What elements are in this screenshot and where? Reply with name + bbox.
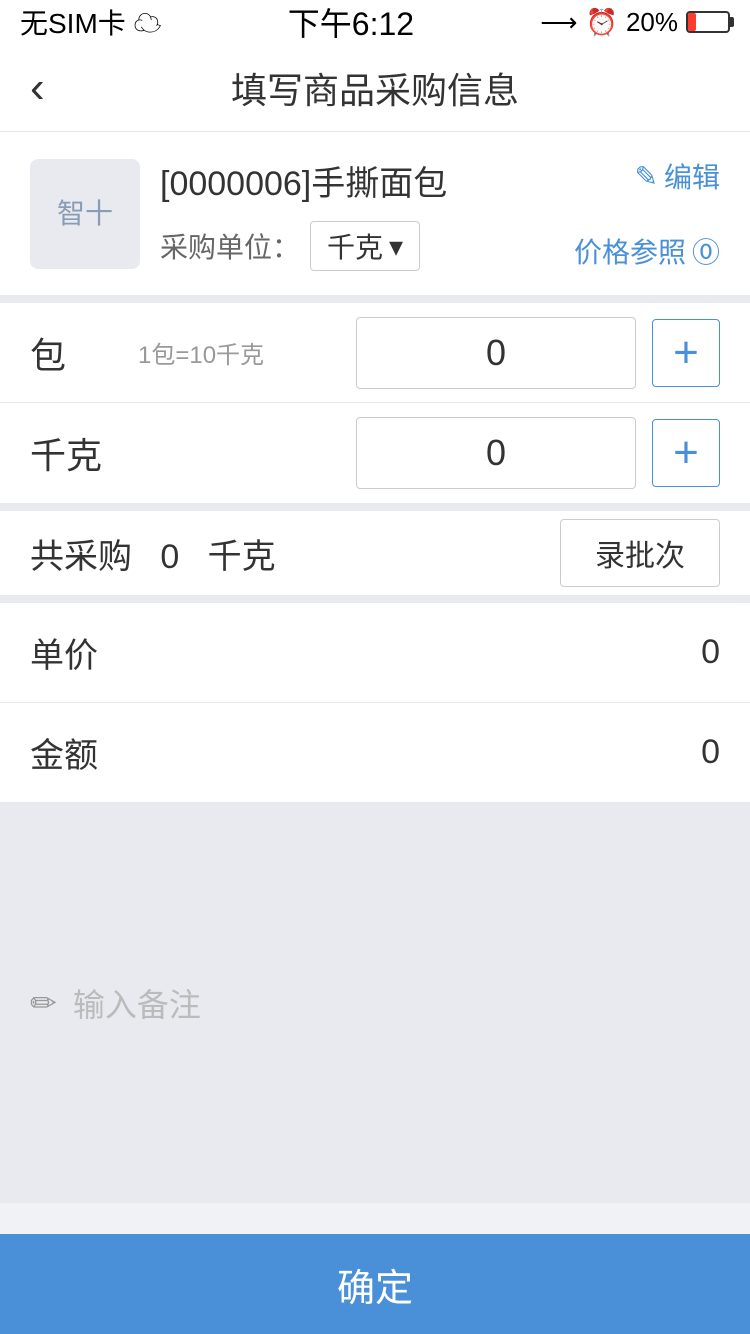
batch-button[interactable]: 录批次 bbox=[560, 519, 720, 587]
remark-section[interactable]: ✏ 输入备注 bbox=[0, 803, 750, 1203]
nav-bar: ‹ 填写商品采购信息 bbox=[0, 44, 750, 132]
sim-status: 无SIM卡 ☁ bbox=[20, 2, 162, 42]
status-left: 无SIM卡 ☁ bbox=[20, 2, 162, 42]
chevron-down-icon: ▾ bbox=[389, 230, 403, 263]
kg-input[interactable]: 0 bbox=[356, 417, 636, 489]
summary-text: 共采购 0 千克 bbox=[30, 529, 276, 578]
confirm-button[interactable]: 确定 bbox=[0, 1234, 750, 1334]
kg-field-wrap: 0 + bbox=[130, 417, 720, 489]
page-title: 填写商品采购信息 bbox=[231, 62, 519, 114]
unit-label: 采购单位： bbox=[160, 226, 300, 266]
summary-row: 共采购 0 千克 录批次 bbox=[0, 503, 750, 603]
edit-icon: ✎ bbox=[635, 160, 658, 193]
bao-field-wrap: 0 + bbox=[264, 317, 720, 389]
unit-price-row: 单价 0 bbox=[0, 603, 750, 703]
kg-input-row: 千克 0 + bbox=[0, 403, 750, 503]
battery-percent: 20% bbox=[626, 7, 678, 38]
alarm-icon: ⏰ bbox=[586, 7, 618, 38]
price-section: 单价 0 金额 0 bbox=[0, 603, 750, 803]
product-card: 智十 [0000006]手撕面包 采购单位： 千克 ▾ ✎ 编辑 价格参照 ⓪ bbox=[0, 132, 750, 303]
amount-row: 金额 0 bbox=[0, 703, 750, 803]
status-time: 下午6:12 bbox=[288, 0, 414, 45]
amount-value: 0 bbox=[701, 733, 720, 772]
status-right: ⟶ ⏰ 20% bbox=[540, 7, 730, 38]
product-thumbnail: 智十 bbox=[30, 159, 140, 269]
pencil-icon: ✏ bbox=[30, 984, 57, 1022]
input-section: 包 1包=10千克 0 + 千克 0 + bbox=[0, 303, 750, 503]
kg-label: 千克 bbox=[30, 427, 130, 479]
info-icon: ⓪ bbox=[692, 231, 720, 271]
bao-label: 包 bbox=[30, 327, 130, 379]
edit-button[interactable]: ✎ 编辑 bbox=[635, 156, 720, 196]
bao-input-row: 包 1包=10千克 0 + bbox=[0, 303, 750, 403]
unit-price-label: 单价 bbox=[30, 628, 98, 677]
unit-selector[interactable]: 千克 ▾ bbox=[310, 221, 420, 271]
bao-sub-label: 1包=10千克 bbox=[138, 335, 264, 370]
status-bar: 无SIM卡 ☁ 下午6:12 ⟶ ⏰ 20% bbox=[0, 0, 750, 44]
back-button[interactable]: ‹ bbox=[30, 63, 45, 113]
kg-plus-button[interactable]: + bbox=[652, 419, 720, 487]
summary-value: 0 bbox=[160, 538, 179, 576]
battery-icon bbox=[686, 11, 730, 33]
price-reference-button[interactable]: 价格参照 ⓪ bbox=[574, 231, 720, 271]
amount-label: 金额 bbox=[30, 728, 98, 777]
confirm-label: 确定 bbox=[337, 1257, 413, 1312]
location-icon: ⟶ bbox=[540, 7, 577, 38]
unit-price-value: 0 bbox=[701, 633, 720, 672]
summary-unit: 千克 bbox=[208, 538, 276, 576]
remark-placeholder: 输入备注 bbox=[73, 980, 201, 1026]
bao-plus-button[interactable]: + bbox=[652, 319, 720, 387]
product-logo: 智十 bbox=[57, 197, 113, 231]
bao-input[interactable]: 0 bbox=[356, 317, 636, 389]
